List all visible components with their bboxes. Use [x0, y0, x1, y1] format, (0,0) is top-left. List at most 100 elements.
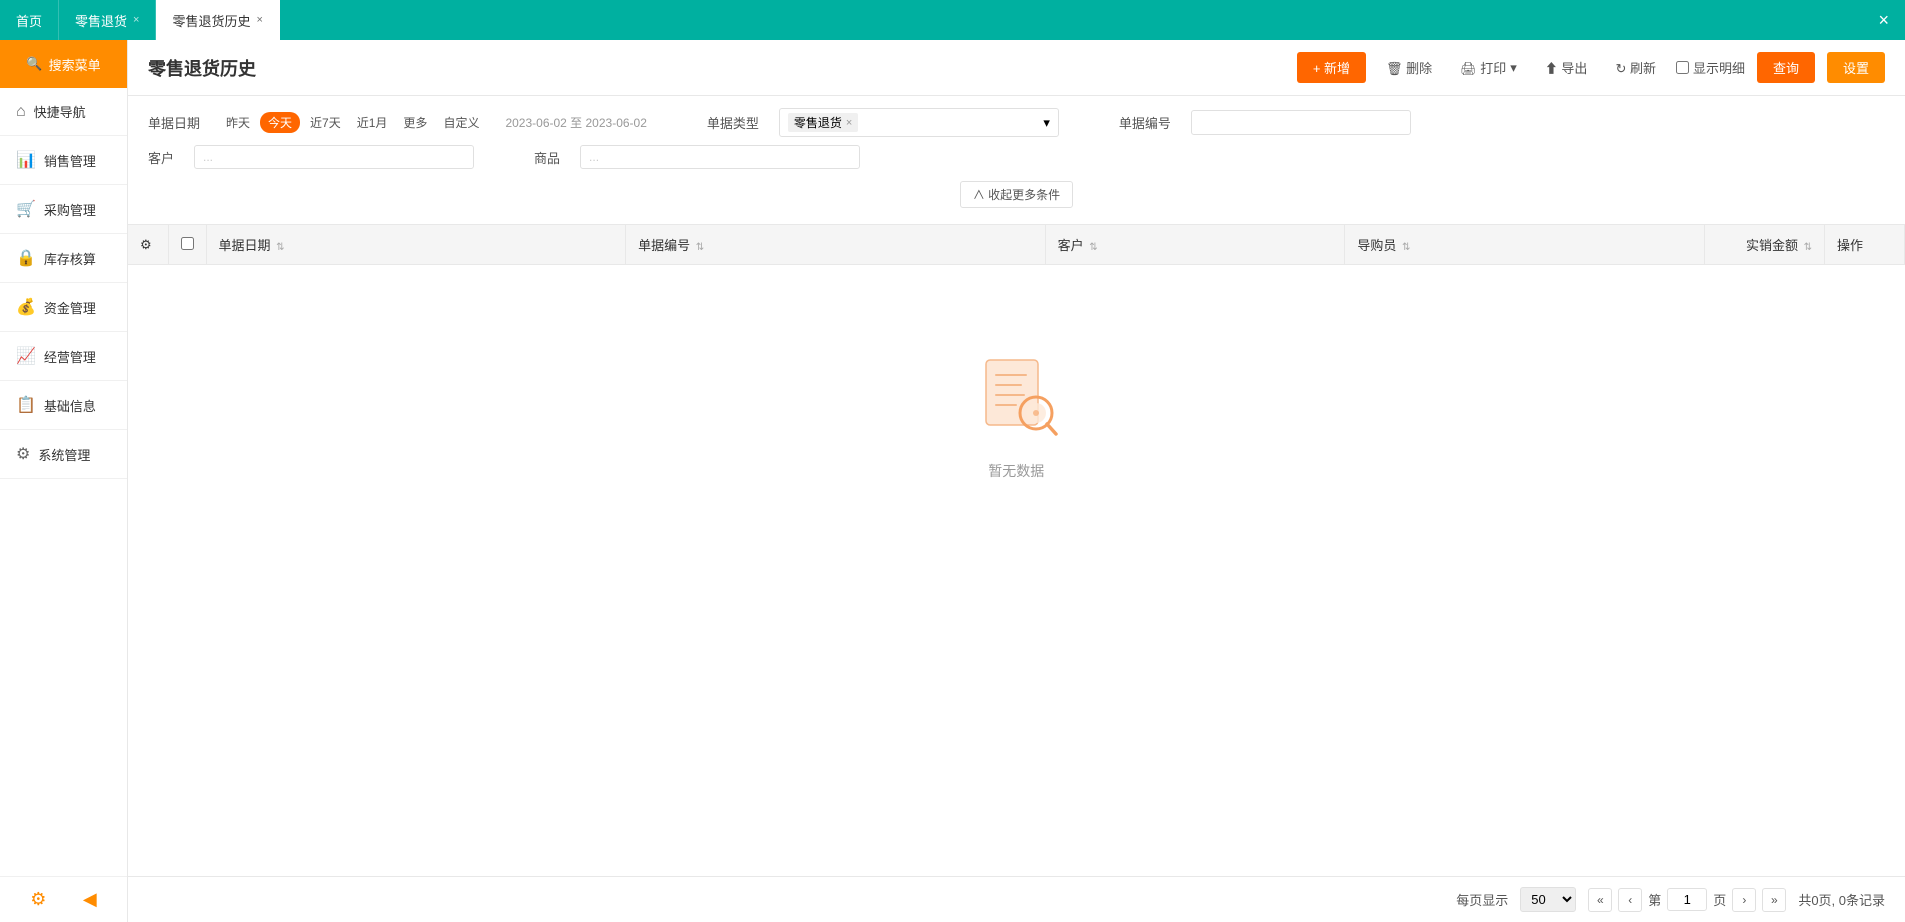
- main-layout: 🔍 搜索菜单 ⌂ 快捷导航 📊 销售管理 🛒 采购管理 🔒 库存核算 💰 资金管…: [0, 40, 1905, 922]
- page-label: 第: [1648, 890, 1661, 909]
- th-settings[interactable]: ⚙: [128, 225, 168, 265]
- sidebar-search[interactable]: 🔍 搜索菜单: [0, 40, 127, 88]
- sort-amount-icon[interactable]: ⇅: [1804, 242, 1812, 253]
- finance-icon: 💰: [16, 297, 36, 317]
- page-title: 零售退货历史: [148, 55, 256, 81]
- refresh-button[interactable]: ↻ 刷新: [1607, 54, 1664, 81]
- th-guide: 导购员 ⇅: [1345, 225, 1705, 265]
- window-close-button[interactable]: ×: [1862, 0, 1905, 40]
- sidebar-item-inventory[interactable]: 🔒 库存核算: [0, 234, 127, 283]
- sidebar-item-system-mgmt[interactable]: ⚙ 系统管理: [0, 430, 127, 479]
- sidebar-bottom: ⚙ ◀: [0, 876, 127, 922]
- settings-icon[interactable]: ⚙: [30, 889, 46, 910]
- empty-state: 暂无数据: [128, 265, 1905, 561]
- tab-home[interactable]: 首页: [0, 0, 59, 40]
- sort-date-icon[interactable]: ⇅: [276, 242, 284, 253]
- total-label: 共0页, 0条记录: [1798, 890, 1885, 909]
- close-tab-retail-return[interactable]: ×: [133, 14, 139, 26]
- page-number-input[interactable]: [1667, 888, 1707, 911]
- sidebar-item-quick-nav[interactable]: ⌂ 快捷导航: [0, 88, 127, 136]
- th-checkbox[interactable]: [168, 225, 206, 265]
- page-unit: 页: [1713, 890, 1726, 909]
- empty-illustration: [966, 345, 1066, 445]
- customer-select[interactable]: ...: [194, 145, 474, 169]
- content-area: 零售退货历史 + 新增 🗑 删除 🖨 打印 ▾ ⬆ 导出 ↻ 刷新: [128, 40, 1905, 922]
- date-btn-7days[interactable]: 近7天: [304, 112, 347, 133]
- sidebar-item-business-mgmt[interactable]: 📈 经营管理: [0, 332, 127, 381]
- chart-icon: 📊: [16, 150, 36, 170]
- tab-retail-return-history[interactable]: 零售退货历史 ×: [156, 0, 279, 40]
- cart-icon: 🛒: [16, 199, 36, 219]
- page-header: 零售退货历史 + 新增 🗑 删除 🖨 打印 ▾ ⬆ 导出 ↻ 刷新: [128, 40, 1905, 96]
- customer-label: 客户: [148, 148, 174, 167]
- table-area: ⚙ 单据日期 ⇅ 单据编号 ⇅: [128, 225, 1905, 876]
- pagination-bar: 每页显示 20 50 100 « ‹ 第 页 › » 共0页, 0条记录: [128, 876, 1905, 922]
- settings-button[interactable]: 设置: [1827, 52, 1885, 83]
- search-icon: 🔍: [26, 56, 42, 72]
- doc-type-tag-close[interactable]: ×: [846, 117, 852, 129]
- export-button[interactable]: ⬆ 导出: [1537, 54, 1596, 81]
- next-page-button[interactable]: ›: [1732, 888, 1756, 912]
- sort-customer-icon[interactable]: ⇅: [1089, 242, 1097, 253]
- collapse-sidebar-icon[interactable]: ◀: [83, 889, 97, 910]
- doc-type-select[interactable]: 零售退货 × ▾: [779, 108, 1059, 137]
- date-range-display: 2023-06-02 至 2023-06-02: [505, 114, 646, 131]
- th-number: 单据编号 ⇅: [626, 225, 1046, 265]
- sidebar-item-finance-mgmt[interactable]: 💰 资金管理: [0, 283, 127, 332]
- sidebar-item-purchase-mgmt[interactable]: 🛒 采购管理: [0, 185, 127, 234]
- filter-row-2: 客户 ... 商品 ...: [148, 145, 1885, 169]
- page-nav: « ‹ 第 页 › »: [1588, 888, 1786, 912]
- th-amount: 实销金额 ⇅: [1705, 225, 1825, 265]
- date-label: 单据日期: [148, 113, 200, 132]
- per-page-select[interactable]: 20 50 100: [1520, 887, 1576, 912]
- date-btn-today[interactable]: 今天: [260, 112, 300, 133]
- toolbar: + 新增 🗑 删除 🖨 打印 ▾ ⬆ 导出 ↻ 刷新 显示明细: [1297, 52, 1885, 83]
- first-page-button[interactable]: «: [1588, 888, 1612, 912]
- date-btn-more[interactable]: 更多: [397, 112, 433, 133]
- date-btn-group: 昨天 今天 近7天 近1月 更多 自定义: [220, 112, 485, 133]
- th-date: 单据日期 ⇅: [206, 225, 626, 265]
- doc-type-label: 单据类型: [707, 113, 759, 132]
- doc-number-input[interactable]: [1191, 110, 1411, 135]
- table-header: ⚙ 单据日期 ⇅ 单据编号 ⇅: [128, 225, 1905, 265]
- filter-row-1: 单据日期 昨天 今天 近7天 近1月 更多 自定义 2023-06-02 至 2…: [148, 108, 1885, 137]
- show-detail-checkbox-wrapper: 显示明细: [1676, 58, 1745, 77]
- query-button[interactable]: 查询: [1757, 52, 1815, 83]
- data-table: ⚙ 单据日期 ⇅ 单据编号 ⇅: [128, 225, 1905, 561]
- top-bar: 首页 零售退货 × 零售退货历史 × ×: [0, 0, 1905, 40]
- close-tab-retail-return-history[interactable]: ×: [256, 14, 262, 26]
- show-detail-checkbox[interactable]: [1676, 61, 1689, 74]
- sidebar: 🔍 搜索菜单 ⌂ 快捷导航 📊 销售管理 🛒 采购管理 🔒 库存核算 💰 资金管…: [0, 40, 128, 922]
- empty-text: 暂无数据: [988, 461, 1044, 481]
- sort-number-icon[interactable]: ⇅: [696, 242, 704, 253]
- date-btn-yesterday[interactable]: 昨天: [220, 112, 256, 133]
- goods-select[interactable]: ...: [580, 145, 860, 169]
- lock-icon: 🔒: [16, 248, 36, 268]
- delete-button[interactable]: 🗑 删除: [1378, 54, 1440, 81]
- home-icon: ⌂: [16, 103, 26, 121]
- sort-guide-icon[interactable]: ⇅: [1402, 242, 1410, 253]
- collapse-filter-btn[interactable]: ∧ 收起更多条件: [960, 181, 1073, 208]
- settings-gear-icon[interactable]: ⚙: [140, 237, 152, 252]
- table-body: 暂无数据: [128, 265, 1905, 562]
- th-customer: 客户 ⇅: [1045, 225, 1345, 265]
- info-icon: 📋: [16, 395, 36, 415]
- sidebar-item-sales-mgmt[interactable]: 📊 销售管理: [0, 136, 127, 185]
- date-btn-1month[interactable]: 近1月: [351, 112, 394, 133]
- date-btn-custom[interactable]: 自定义: [437, 112, 485, 133]
- per-page-label: 每页显示: [1456, 890, 1508, 909]
- doc-type-dropdown-icon: ▾: [1043, 115, 1050, 131]
- prev-page-button[interactable]: ‹: [1618, 888, 1642, 912]
- sidebar-item-basic-info[interactable]: 📋 基础信息: [0, 381, 127, 430]
- print-dropdown-icon: ▾: [1510, 60, 1517, 76]
- new-button[interactable]: + 新增: [1297, 52, 1366, 83]
- doc-number-label: 单据编号: [1119, 113, 1171, 132]
- business-icon: 📈: [16, 346, 36, 366]
- select-all-checkbox[interactable]: [181, 237, 194, 250]
- th-actions: 操作: [1825, 225, 1905, 265]
- tab-retail-return[interactable]: 零售退货 ×: [59, 0, 156, 40]
- system-icon: ⚙: [16, 444, 30, 464]
- print-button[interactable]: 🖨 打印 ▾: [1452, 54, 1525, 81]
- filter-area: 单据日期 昨天 今天 近7天 近1月 更多 自定义 2023-06-02 至 2…: [128, 96, 1905, 225]
- last-page-button[interactable]: »: [1762, 888, 1786, 912]
